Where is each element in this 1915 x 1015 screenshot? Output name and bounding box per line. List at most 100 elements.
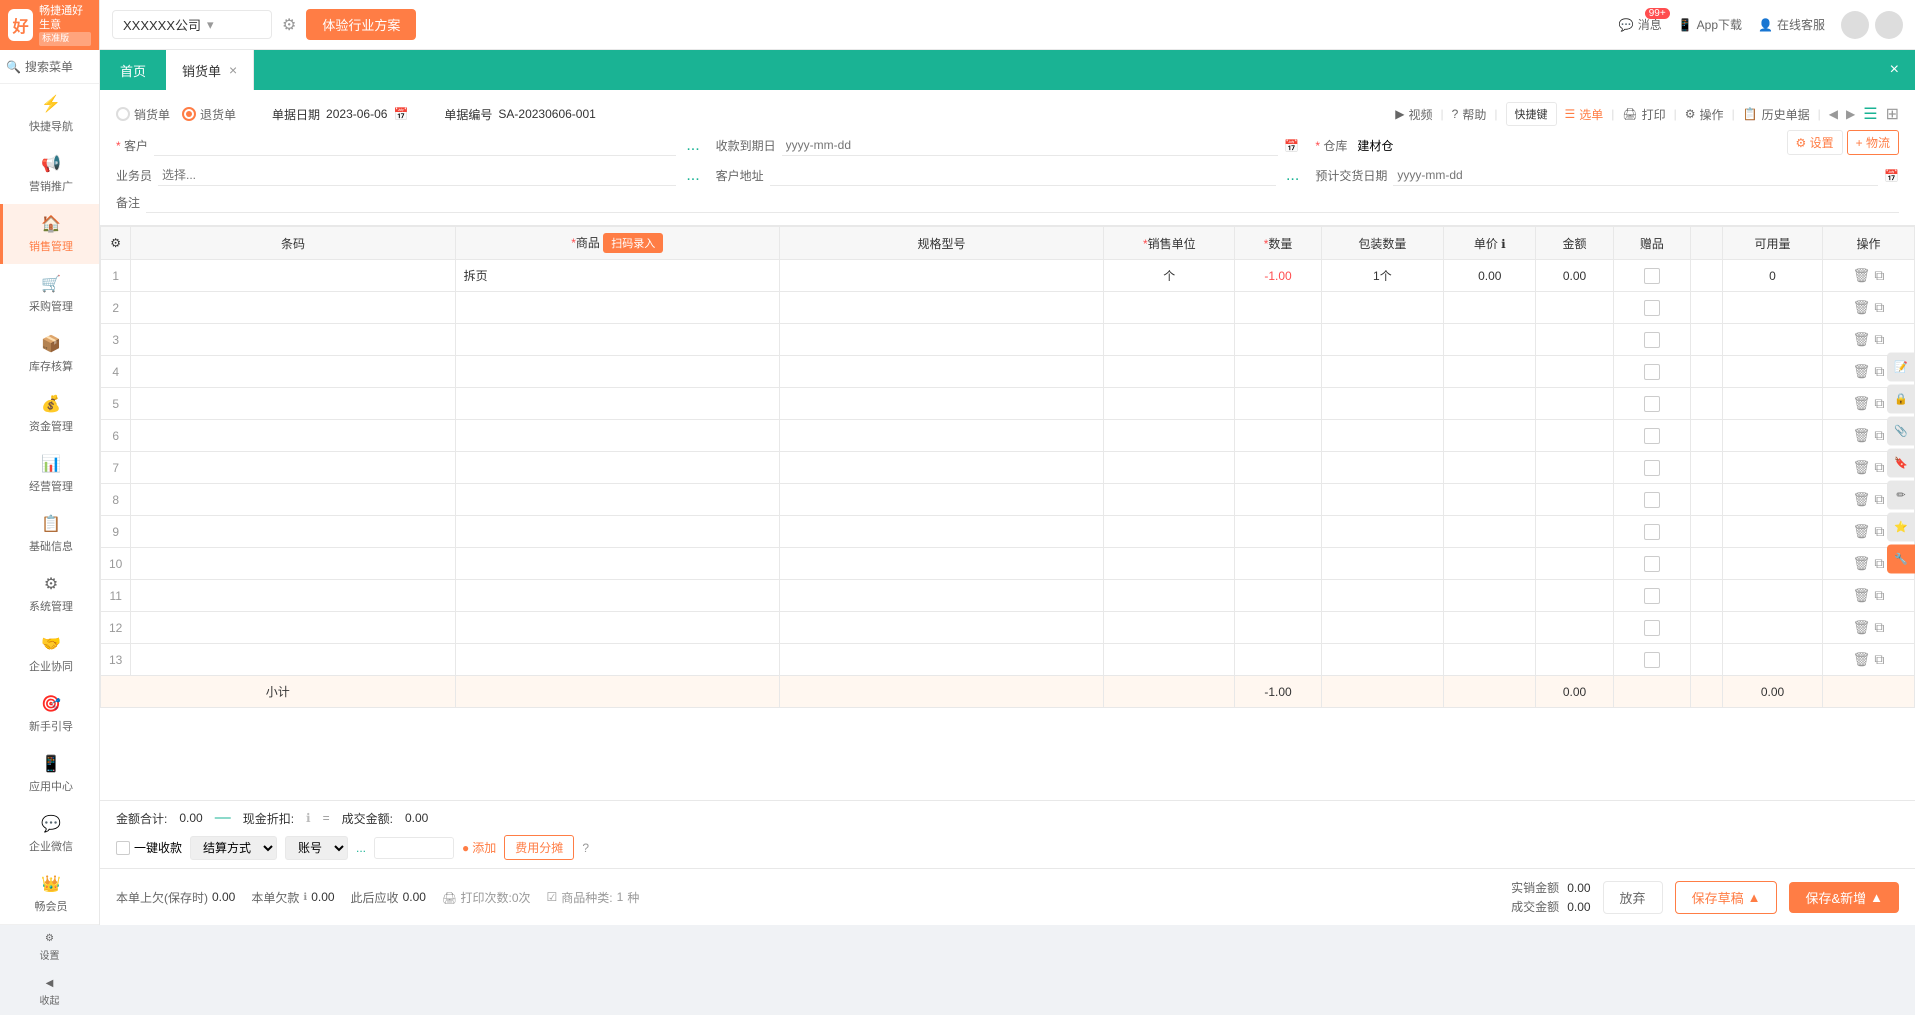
- payment-more-icon[interactable]: ...: [356, 841, 366, 855]
- company-selector[interactable]: XXXXXX公司 ▾: [112, 10, 272, 39]
- row-qty-cell[interactable]: [1235, 580, 1321, 612]
- payment-account-select[interactable]: 账号: [285, 836, 348, 860]
- sidebar-item-basic-info[interactable]: 📋 基础信息: [0, 504, 99, 564]
- return-order-radio[interactable]: 退货单: [182, 106, 236, 123]
- row-barcode-cell[interactable]: [131, 612, 455, 644]
- save-new-button[interactable]: 保存&新增 ▲: [1789, 882, 1899, 913]
- sidebar-collapse[interactable]: ◀ 收起: [0, 970, 99, 1015]
- topbar-settings-icon[interactable]: ⚙: [282, 15, 296, 35]
- row-price-cell[interactable]: [1444, 420, 1536, 452]
- row-qty-cell[interactable]: [1235, 644, 1321, 676]
- row-copy-btn[interactable]: ⧉: [1874, 491, 1884, 508]
- sales-order-radio[interactable]: 销货单: [116, 106, 170, 123]
- row-delete-btn[interactable]: 🗑: [1853, 491, 1871, 508]
- toolbar-operate[interactable]: ⚙ 操作: [1685, 106, 1724, 123]
- row-product-cell[interactable]: [455, 580, 779, 612]
- row-copy-btn[interactable]: ⧉: [1874, 267, 1884, 284]
- row-gift-cell[interactable]: [1613, 548, 1690, 580]
- payment-method-select[interactable]: 结算方式: [190, 836, 277, 860]
- sidebar-item-app-center[interactable]: 📱 应用中心: [0, 744, 99, 804]
- row-price-cell[interactable]: [1444, 356, 1536, 388]
- row-copy-btn[interactable]: ⧉: [1874, 523, 1884, 540]
- row-barcode-cell[interactable]: [131, 420, 455, 452]
- row-price-cell[interactable]: [1444, 324, 1536, 356]
- tab-sales-order[interactable]: 销货单 ×: [166, 50, 254, 90]
- remarks-input[interactable]: [146, 192, 1899, 213]
- row-product-cell[interactable]: [455, 292, 779, 324]
- fee-split-button[interactable]: 费用分摊: [504, 835, 574, 860]
- row-delete-btn[interactable]: 🗑: [1853, 267, 1871, 284]
- scan-button[interactable]: 扫码录入: [603, 233, 663, 253]
- row-qty-cell[interactable]: [1235, 548, 1321, 580]
- row-qty-cell[interactable]: [1235, 484, 1321, 516]
- row-gift-cell[interactable]: [1613, 324, 1690, 356]
- user-avatar-2[interactable]: [1875, 11, 1903, 39]
- toolbar-help[interactable]: ? 帮助: [1452, 106, 1487, 123]
- row-price-cell[interactable]: [1444, 612, 1536, 644]
- row-qty-cell[interactable]: [1235, 516, 1321, 548]
- row-price-cell[interactable]: [1444, 292, 1536, 324]
- row-delete-btn[interactable]: 🗑: [1853, 459, 1871, 476]
- row-delete-btn[interactable]: 🗑: [1853, 651, 1871, 668]
- add-payment-button[interactable]: ● 添加: [462, 839, 496, 856]
- row-product-cell[interactable]: [455, 388, 779, 420]
- row-copy-btn[interactable]: ⧉: [1874, 331, 1884, 348]
- sidebar-item-wechat[interactable]: 💬 企业微信: [0, 804, 99, 864]
- row-copy-btn[interactable]: ⧉: [1874, 587, 1884, 604]
- row-copy-btn[interactable]: ⧉: [1874, 427, 1884, 444]
- row-spec-cell[interactable]: [779, 612, 1103, 644]
- row-qty-cell[interactable]: [1235, 452, 1321, 484]
- row-qty-cell[interactable]: -1.00: [1235, 260, 1321, 292]
- row-gift-cell[interactable]: [1613, 260, 1690, 292]
- sidebar-item-finance[interactable]: 💰 资金管理: [0, 384, 99, 444]
- date-calendar-icon[interactable]: 📅: [393, 107, 408, 121]
- row-copy-btn[interactable]: ⧉: [1874, 459, 1884, 476]
- rp-lock-btn[interactable]: 🔒: [1887, 384, 1915, 413]
- sidebar-item-purchase[interactable]: 🛒 采购管理: [0, 264, 99, 324]
- col-settings[interactable]: ⚙: [101, 227, 131, 260]
- message-button[interactable]: 💬 消息 99+: [1619, 16, 1662, 33]
- row-spec-cell[interactable]: [779, 548, 1103, 580]
- row-gift-cell[interactable]: [1613, 516, 1690, 548]
- logistics-btn[interactable]: + + 物流物流: [1847, 130, 1899, 155]
- rp-note-btn[interactable]: 📝: [1887, 352, 1915, 381]
- row-spec-cell[interactable]: [779, 292, 1103, 324]
- sidebar-item-quick-nav[interactable]: ⚡ 快捷导航: [0, 84, 99, 144]
- row-spec-cell[interactable]: [779, 388, 1103, 420]
- sidebar-item-sales[interactable]: 🏠 销售管理: [0, 204, 99, 264]
- row-delete-btn[interactable]: 🗑: [1853, 363, 1871, 380]
- row-spec-cell[interactable]: [779, 484, 1103, 516]
- row-delete-btn[interactable]: 🗑: [1853, 427, 1871, 444]
- app-download-button[interactable]: 📱 App下载: [1678, 16, 1742, 33]
- tab-home[interactable]: 首页: [100, 50, 166, 90]
- row-delete-btn[interactable]: 🗑: [1853, 555, 1871, 572]
- row-copy-btn[interactable]: ⧉: [1874, 651, 1884, 668]
- row-price-cell[interactable]: [1444, 452, 1536, 484]
- row-gift-cell[interactable]: [1613, 388, 1690, 420]
- row-delete-btn[interactable]: 🗑: [1853, 299, 1871, 316]
- toolbar-select[interactable]: ☰ 选单: [1565, 106, 1604, 123]
- row-gift-cell[interactable]: [1613, 292, 1690, 324]
- sidebar-search[interactable]: 🔍 搜索菜单: [0, 50, 99, 84]
- row-product-cell[interactable]: [455, 612, 779, 644]
- row-barcode-cell[interactable]: [131, 324, 455, 356]
- row-delete-btn[interactable]: 🗑: [1853, 395, 1871, 412]
- row-gift-cell[interactable]: [1613, 644, 1690, 676]
- row-gift-cell[interactable]: [1613, 580, 1690, 612]
- toolbar-shortkey-btn[interactable]: 快捷键: [1506, 102, 1557, 126]
- row-price-cell[interactable]: [1444, 580, 1536, 612]
- row-barcode-cell[interactable]: [131, 644, 455, 676]
- toolbar-print[interactable]: 🖨 打印: [1622, 106, 1665, 123]
- row-qty-cell[interactable]: [1235, 612, 1321, 644]
- row-copy-btn[interactable]: ⧉: [1874, 299, 1884, 316]
- nav-next-icon[interactable]: ▶: [1846, 107, 1855, 121]
- sidebar-settings[interactable]: ⚙ 设置: [0, 925, 99, 970]
- row-price-cell[interactable]: [1444, 516, 1536, 548]
- row-spec-cell[interactable]: [779, 324, 1103, 356]
- row-product-cell[interactable]: [455, 644, 779, 676]
- row-qty-cell[interactable]: [1235, 324, 1321, 356]
- toolbar-history[interactable]: 📋 历史单据: [1743, 106, 1810, 123]
- row-barcode-cell[interactable]: [131, 548, 455, 580]
- row-price-cell[interactable]: [1444, 644, 1536, 676]
- customer-addr-input[interactable]: [770, 165, 1276, 186]
